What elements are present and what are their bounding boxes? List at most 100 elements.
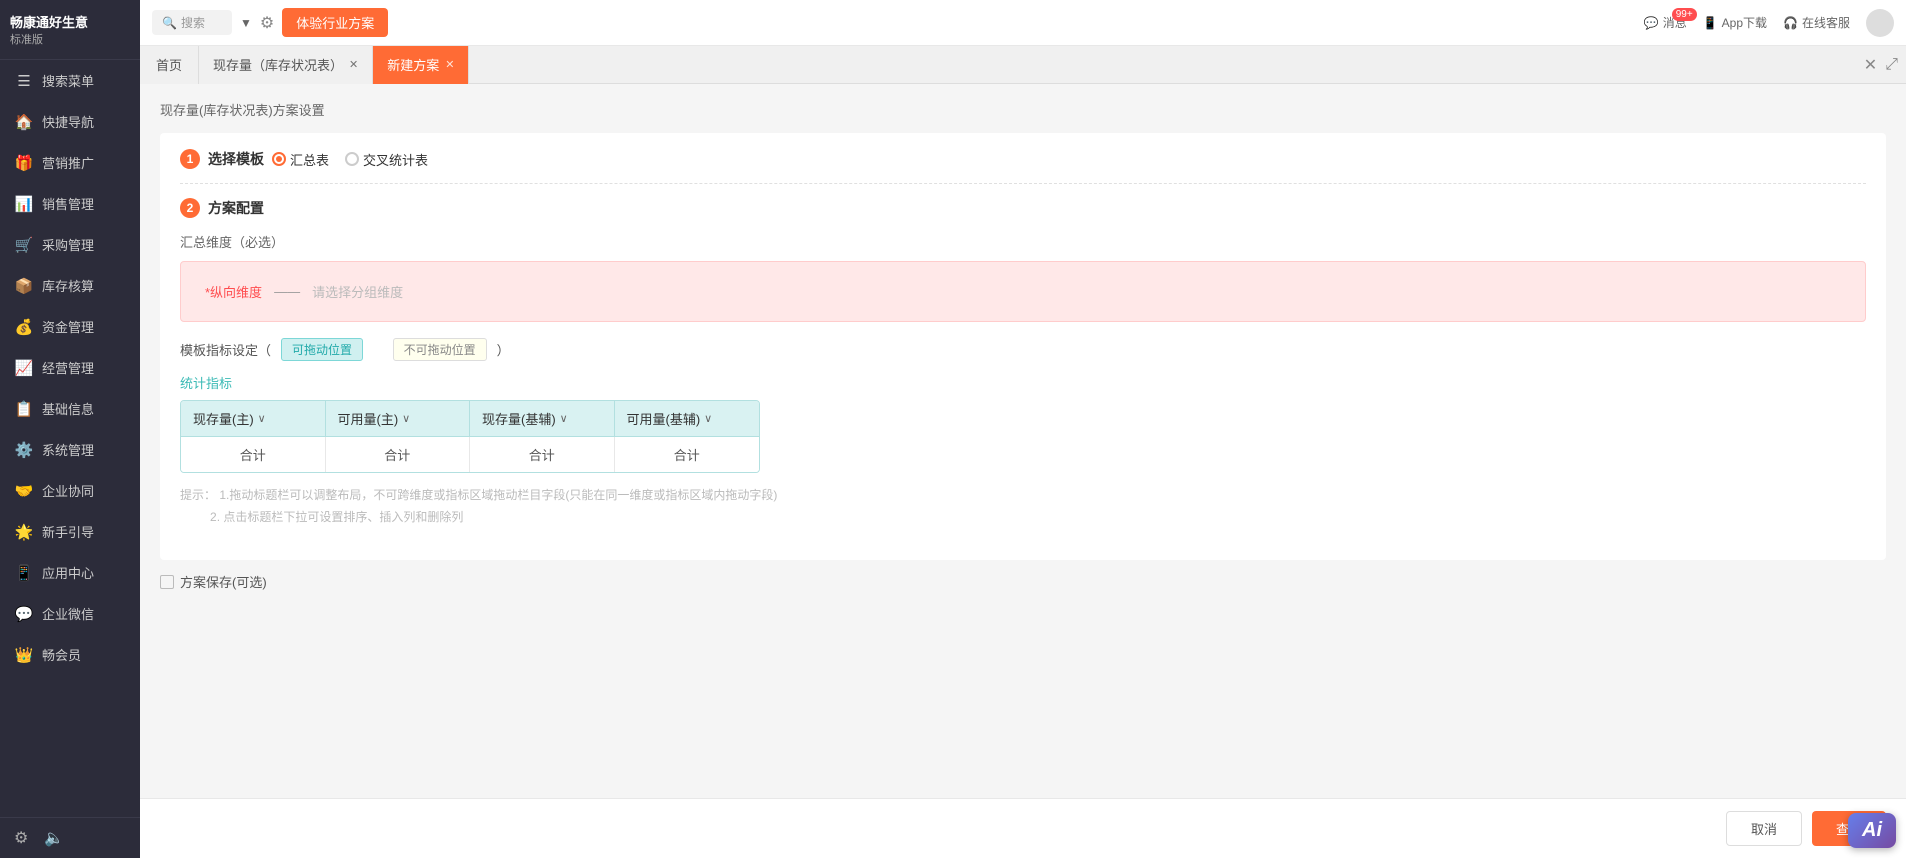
template-radio-group: 汇总表 交叉统计表 bbox=[272, 150, 428, 169]
sidebar-label-marketing: 营销推广 bbox=[42, 153, 94, 172]
tips-area: 提示： 1.拖动标题栏可以调整布局，不可跨维度或指标区域拖动栏目字段(只能在同一… bbox=[180, 485, 1866, 528]
sidebar-item-app-center[interactable]: 📱应用中心 bbox=[0, 552, 140, 593]
col-cell-inventory-base: 合计 bbox=[470, 437, 615, 472]
save-checkbox[interactable] bbox=[160, 575, 174, 589]
sidebar-label-wechat: 企业微信 bbox=[42, 604, 94, 623]
radio-summary[interactable]: 汇总表 bbox=[272, 150, 329, 169]
headset-icon: 🎧 bbox=[1783, 16, 1798, 30]
topbar-dropdown[interactable]: ▼ bbox=[240, 16, 252, 30]
radio-cross-circle bbox=[345, 152, 359, 166]
settings-icon[interactable]: ⚙ bbox=[14, 828, 28, 848]
audio-icon[interactable]: 🔈 bbox=[44, 828, 64, 848]
radio-cross[interactable]: 交叉统计表 bbox=[345, 150, 428, 169]
user-avatar[interactable] bbox=[1866, 9, 1894, 37]
topbar-left: 🔍 搜索 ▼ ⚙ 体验行业方案 bbox=[152, 8, 1636, 37]
sidebar-label-system: 系统管理 bbox=[42, 440, 94, 459]
sidebar-icon-newbie: 🌟 bbox=[14, 523, 34, 541]
dimension-dash: —— bbox=[274, 284, 300, 299]
save-option-row: 方案保存(可选) bbox=[160, 560, 1886, 591]
indicator-badge-fixed: 不可拖动位置 bbox=[393, 338, 487, 361]
col-cell-available-main: 合计 bbox=[326, 437, 471, 472]
tab-inventory-close[interactable]: ✕ bbox=[349, 58, 358, 71]
sidebar-item-system[interactable]: ⚙️系统管理 bbox=[0, 429, 140, 470]
sidebar-icon-finance: 💰 bbox=[14, 318, 34, 336]
sidebar-label-app-center: 应用中心 bbox=[42, 563, 94, 582]
messages-button[interactable]: 💬 消息 99+ bbox=[1644, 14, 1687, 31]
sidebar-icon-purchase: 🛒 bbox=[14, 236, 34, 254]
col-label-inventory-base: 现存量(基辅) bbox=[482, 409, 556, 428]
col-header-available-main[interactable]: 可用量(主) ∨ bbox=[326, 401, 471, 436]
sidebar-item-newbie[interactable]: 🌟新手引导 bbox=[0, 511, 140, 552]
sidebar-icon-basic-info: 📋 bbox=[14, 400, 34, 418]
sidebar-label-operations: 经营管理 bbox=[42, 358, 94, 377]
dimension-placeholder: 请选择分组维度 bbox=[312, 282, 403, 301]
tab-new-scheme[interactable]: 新建方案 ✕ bbox=[373, 46, 469, 84]
tab-expand-icon[interactable]: ⤢ bbox=[1885, 56, 1898, 74]
sidebar-item-quick-nav[interactable]: 🏠快捷导航 bbox=[0, 101, 140, 142]
sidebar-bottom: ⚙ 🔈 bbox=[0, 817, 140, 858]
ai-badge[interactable]: Ai bbox=[1848, 813, 1896, 848]
sidebar-item-wechat[interactable]: 💬企业微信 bbox=[0, 593, 140, 634]
sidebar-item-finance[interactable]: 💰资金管理 bbox=[0, 306, 140, 347]
radio-summary-label: 汇总表 bbox=[290, 150, 329, 169]
tab-inventory-label: 现存量（库存状况表） bbox=[213, 55, 343, 74]
trial-button[interactable]: 体验行业方案 bbox=[282, 8, 388, 37]
logo-title: 畅康通好生意 bbox=[10, 12, 130, 31]
sidebar-label-inventory: 库存核算 bbox=[42, 276, 94, 295]
divider1 bbox=[180, 183, 1866, 184]
tip1-text: 1.拖动标题栏可以调整布局，不可跨维度或指标区域拖动栏目字段(只能在同一维度或指… bbox=[219, 488, 777, 502]
sidebar-icon-marketing: 🎁 bbox=[14, 154, 34, 172]
sidebar-item-cooperation[interactable]: 🤝企业协同 bbox=[0, 470, 140, 511]
cancel-button[interactable]: 取消 bbox=[1726, 811, 1802, 846]
col-header-inventory-base[interactable]: 现存量(基辅) ∨ bbox=[470, 401, 615, 436]
sidebar-label-member: 畅会员 bbox=[42, 645, 81, 664]
tab-inventory-status[interactable]: 现存量（库存状况表） ✕ bbox=[199, 46, 373, 84]
summary-dim-label: 汇总维度（必选） bbox=[180, 232, 1866, 251]
search-icon: 🔍 bbox=[162, 16, 177, 30]
main-area: 🔍 搜索 ▼ ⚙ 体验行业方案 💬 消息 99+ 📱 App下载 🎧 在线客服 bbox=[140, 0, 1906, 858]
indicator-badge-sep: ⠀ bbox=[373, 342, 383, 358]
footer: 取消 查询 bbox=[140, 798, 1906, 858]
scheme-config-card: 1 选择模板 汇总表 交叉统计表 2 方案配置 bbox=[160, 133, 1886, 560]
sidebar-label-basic-info: 基础信息 bbox=[42, 399, 94, 418]
indicator-badge-draggable: 可拖动位置 bbox=[281, 338, 363, 361]
sidebar-item-sales[interactable]: 📊销售管理 bbox=[0, 183, 140, 224]
col-chevron-available-base[interactable]: ∨ bbox=[704, 412, 712, 425]
stats-table-header: 现存量(主) ∨可用量(主) ∨现存量(基辅) ∨可用量(基辅) ∨ bbox=[181, 401, 759, 437]
search-text: 搜索 bbox=[181, 14, 205, 31]
col-header-main-inventory[interactable]: 现存量(主) ∨ bbox=[181, 401, 326, 436]
step1-label: 选择模板 bbox=[208, 149, 264, 169]
sidebar-logo: 畅康通好生意 标准版 bbox=[0, 0, 140, 60]
indicator-close: ） bbox=[497, 340, 510, 359]
sidebar-item-marketing[interactable]: 🎁 营销推广 bbox=[0, 142, 140, 183]
indicator-settings-label: 模板指标设定（ bbox=[180, 340, 271, 359]
customer-service-button[interactable]: 🎧 在线客服 bbox=[1783, 14, 1850, 31]
col-chevron-available-main[interactable]: ∨ bbox=[402, 412, 410, 425]
sidebar-item-basic-info[interactable]: 📋 基础信息 bbox=[0, 388, 140, 429]
dimension-required-label: *纵向维度 bbox=[205, 282, 262, 301]
col-chevron-inventory-base[interactable]: ∨ bbox=[560, 412, 568, 425]
sidebar-item-operations[interactable]: 📈经营管理 bbox=[0, 347, 140, 388]
sidebar-item-purchase[interactable]: 🛒采购管理 bbox=[0, 224, 140, 265]
app-icon: 📱 bbox=[1703, 16, 1718, 30]
sidebar-item-inventory[interactable]: 📦库存核算 bbox=[0, 265, 140, 306]
logo-sub: 标准版 bbox=[10, 31, 130, 47]
step1-header: 1 选择模板 汇总表 交叉统计表 bbox=[180, 149, 1866, 169]
col-header-available-base[interactable]: 可用量(基辅) ∨ bbox=[615, 401, 760, 436]
topbar-search-box[interactable]: 🔍 搜索 bbox=[152, 10, 232, 35]
topbar-right: 💬 消息 99+ 📱 App下载 🎧 在线客服 bbox=[1644, 9, 1894, 37]
sidebar-icon-cooperation: 🤝 bbox=[14, 482, 34, 500]
sidebar-item-member[interactable]: 👑畅会员 bbox=[0, 634, 140, 675]
tab-home[interactable]: 首页 bbox=[140, 46, 199, 84]
sidebar-item-search-menu[interactable]: ☰搜索菜单 bbox=[0, 60, 140, 101]
tab-new-scheme-close[interactable]: ✕ bbox=[445, 58, 454, 71]
message-icon: 💬 bbox=[1644, 16, 1659, 30]
tab-close-all-icon[interactable]: ✕ bbox=[1864, 55, 1877, 75]
app-download-button[interactable]: 📱 App下载 bbox=[1703, 14, 1767, 31]
dimension-area[interactable]: *纵向维度 —— 请选择分组维度 bbox=[180, 261, 1866, 322]
sidebar: 畅康通好生意 标准版 ☰搜索菜单🏠快捷导航 🎁 营销推广 📊销售管理🛒采购管理📦库存核… bbox=[0, 0, 140, 858]
stats-table: 现存量(主) ∨可用量(主) ∨现存量(基辅) ∨可用量(基辅) ∨ 合计合计合… bbox=[180, 400, 760, 473]
topbar-gear-icon[interactable]: ⚙ bbox=[260, 13, 274, 33]
col-chevron-main-inventory[interactable]: ∨ bbox=[258, 412, 266, 425]
message-badge: 99+ bbox=[1672, 8, 1697, 21]
